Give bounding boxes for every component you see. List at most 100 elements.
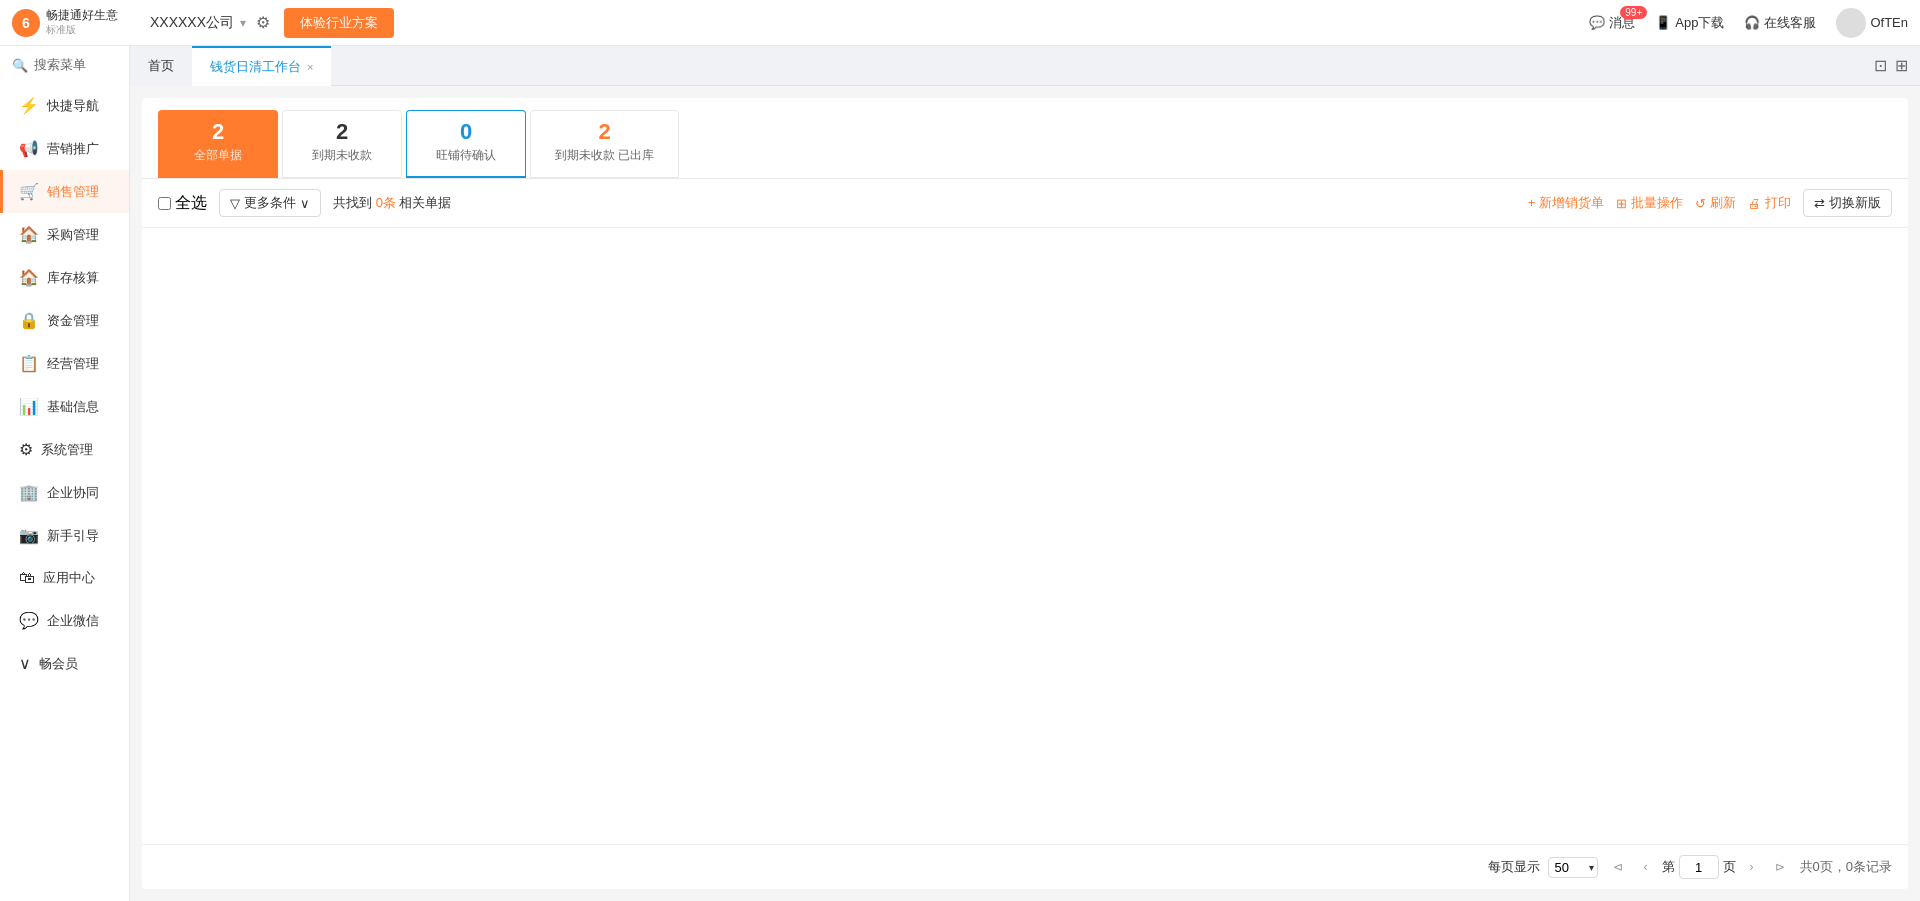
- new-guide-icon: 📷: [19, 526, 39, 545]
- sidebar-item-inventory[interactable]: 🏠 库存核算: [0, 256, 129, 299]
- filter-button[interactable]: ▽ 更多条件 ∨: [219, 189, 321, 217]
- basic-info-label: 基础信息: [47, 398, 99, 416]
- enterprise-icon: 🏢: [19, 483, 39, 502]
- purchase-label: 采购管理: [47, 226, 99, 244]
- toolbar-right: + 新增销货单 ⊞ 批量操作 ↺ 刷新 🖨 打印 ⇄ 切换新版: [1528, 189, 1892, 217]
- sidebar-item-system[interactable]: ⚙ 系统管理: [0, 428, 129, 471]
- select-all-checkbox-label[interactable]: 全选: [158, 193, 207, 214]
- messages-badge: 99+: [1620, 6, 1647, 19]
- tab-minimize-icon[interactable]: ⊡: [1874, 56, 1887, 75]
- print-icon: 🖨: [1748, 196, 1761, 211]
- next-page-button[interactable]: ›: [1740, 855, 1764, 879]
- sidebar-item-app-center[interactable]: 🛍 应用中心: [0, 557, 129, 599]
- switch-version-button[interactable]: ⇄ 切换新版: [1803, 189, 1892, 217]
- filter-icon: ▽: [230, 196, 240, 211]
- tab-expand-icon[interactable]: ⊞: [1895, 56, 1908, 75]
- last-page-button[interactable]: ⊳: [1768, 855, 1792, 879]
- stat-overdue-label: 到期未收款: [307, 147, 377, 164]
- online-service-label: 在线客服: [1764, 14, 1816, 32]
- select-all-label: 全选: [175, 193, 207, 214]
- sidebar-item-enterprise-wx[interactable]: 💬 企业微信: [0, 599, 129, 642]
- sidebar-item-new-guide[interactable]: 📷 新手引导: [0, 514, 129, 557]
- filter-chevron-icon: ∨: [300, 196, 310, 211]
- sidebar-item-enterprise[interactable]: 🏢 企业协同: [0, 471, 129, 514]
- filter-label: 更多条件: [244, 194, 296, 212]
- app-center-icon: 🛍: [19, 569, 35, 587]
- batch-ops-button[interactable]: ⊞ 批量操作: [1616, 194, 1683, 212]
- header-right: 💬 消息 99+ 📱 App下载 🎧 在线客服 OfTEn: [1589, 8, 1908, 38]
- enterprise-label: 企业协同: [47, 484, 99, 502]
- quick-nav-label: 快捷导航: [47, 97, 99, 115]
- sidebar-item-quick-nav[interactable]: ⚡ 快捷导航: [0, 84, 129, 127]
- refresh-button[interactable]: ↺ 刷新: [1695, 194, 1736, 212]
- result-count: 0条: [376, 195, 396, 210]
- user-avatar-area[interactable]: OfTEn: [1836, 8, 1908, 38]
- quick-nav-icon: ⚡: [19, 96, 39, 115]
- operations-label: 经营管理: [47, 355, 99, 373]
- marketing-label: 营销推广: [47, 140, 99, 158]
- tab-daily-clearing-label: 钱货日清工作台: [210, 58, 301, 76]
- marketing-icon: 📢: [19, 139, 39, 158]
- trial-button[interactable]: 体验行业方案: [284, 8, 394, 38]
- search-menu[interactable]: 🔍 搜索菜单: [0, 46, 129, 84]
- switch-label: 切换新版: [1829, 194, 1881, 212]
- system-label: 系统管理: [41, 441, 93, 459]
- stat-tab-shipped[interactable]: 2 到期未收款 已出库: [530, 110, 679, 178]
- page-size-select[interactable]: 10 20 50 100: [1548, 857, 1598, 878]
- service-icon: 🎧: [1744, 15, 1760, 30]
- stats-tabs: 2 全部单据 2 到期未收款 0 旺铺待确认 2 到期未收款 已出库: [142, 98, 1908, 179]
- page-label-end: 页: [1723, 858, 1736, 876]
- sidebar-item-member[interactable]: ∨ 畅会员: [0, 642, 129, 685]
- sidebar-item-purchase[interactable]: 🏠 采购管理: [0, 213, 129, 256]
- app-download-label: App下载: [1675, 14, 1724, 32]
- basic-info-icon: 📊: [19, 397, 39, 416]
- settings-icon[interactable]: ⚙: [256, 13, 270, 32]
- result-text: 共找到 0条 相关单据: [333, 194, 451, 212]
- sidebar-item-operations[interactable]: 📋 经营管理: [0, 342, 129, 385]
- messages-action[interactable]: 💬 消息 99+: [1589, 14, 1635, 32]
- result-suffix: 相关单据: [399, 195, 451, 210]
- stat-pending-number: 0: [431, 119, 501, 145]
- company-selector[interactable]: XXXXXX公司 ▾: [150, 14, 246, 32]
- app-download-action[interactable]: 📱 App下载: [1655, 14, 1724, 32]
- print-button[interactable]: 🖨 打印: [1748, 194, 1791, 212]
- inventory-label: 库存核算: [47, 269, 99, 287]
- print-label: 打印: [1765, 194, 1791, 212]
- stat-overdue-number: 2: [307, 119, 377, 145]
- page-input[interactable]: [1679, 855, 1719, 879]
- new-sales-order-button[interactable]: + 新增销货单: [1528, 194, 1604, 212]
- per-page-label: 每页显示: [1488, 858, 1540, 876]
- toolbar: 全选 ▽ 更多条件 ∨ 共找到 0条 相关单据 + 新增销货单 ⊞ 批量操作: [142, 179, 1908, 228]
- online-service-action[interactable]: 🎧 在线客服: [1744, 14, 1816, 32]
- prev-page-button[interactable]: ‹: [1634, 855, 1658, 879]
- first-page-button[interactable]: ⊲: [1606, 855, 1630, 879]
- sidebar-item-sales[interactable]: 🛒 销售管理: [0, 170, 129, 213]
- sidebar-item-basic-info[interactable]: 📊 基础信息: [0, 385, 129, 428]
- stat-all-label: 全部单据: [183, 147, 253, 164]
- tab-home[interactable]: 首页: [130, 46, 192, 86]
- tab-daily-clearing[interactable]: 钱货日清工作台 ×: [192, 46, 331, 86]
- purchase-icon: 🏠: [19, 225, 39, 244]
- sidebar-item-marketing[interactable]: 📢 营销推广: [0, 127, 129, 170]
- enterprise-wx-label: 企业微信: [47, 612, 99, 630]
- stat-tab-pending[interactable]: 0 旺铺待确认: [406, 110, 526, 178]
- page-size-selector[interactable]: 10 20 50 100: [1548, 857, 1598, 878]
- finance-label: 资金管理: [47, 312, 99, 330]
- phone-icon: 📱: [1655, 15, 1671, 30]
- sidebar-item-finance[interactable]: 🔒 资金管理: [0, 299, 129, 342]
- tab-close-icon[interactable]: ×: [307, 61, 313, 73]
- logo-icon: 6: [12, 9, 40, 37]
- page-label: 第: [1662, 858, 1675, 876]
- pagination-bar: 每页显示 10 20 50 100 ⊲ ‹ 第 页 › ⊳ 共0页，0条记录: [142, 844, 1908, 889]
- stat-tab-overdue[interactable]: 2 到期未收款: [282, 110, 402, 178]
- batch-ops-icon: ⊞: [1616, 196, 1627, 211]
- stat-all-number: 2: [183, 119, 253, 145]
- select-all-checkbox[interactable]: [158, 197, 171, 210]
- switch-icon: ⇄: [1814, 196, 1825, 211]
- search-icon: 🔍: [12, 58, 28, 73]
- total-text: 共0页，0条记录: [1800, 858, 1892, 876]
- app-center-label: 应用中心: [43, 569, 95, 587]
- stat-tab-all[interactable]: 2 全部单据: [158, 110, 278, 178]
- message-icon: 💬: [1589, 15, 1605, 30]
- refresh-label: 刷新: [1710, 194, 1736, 212]
